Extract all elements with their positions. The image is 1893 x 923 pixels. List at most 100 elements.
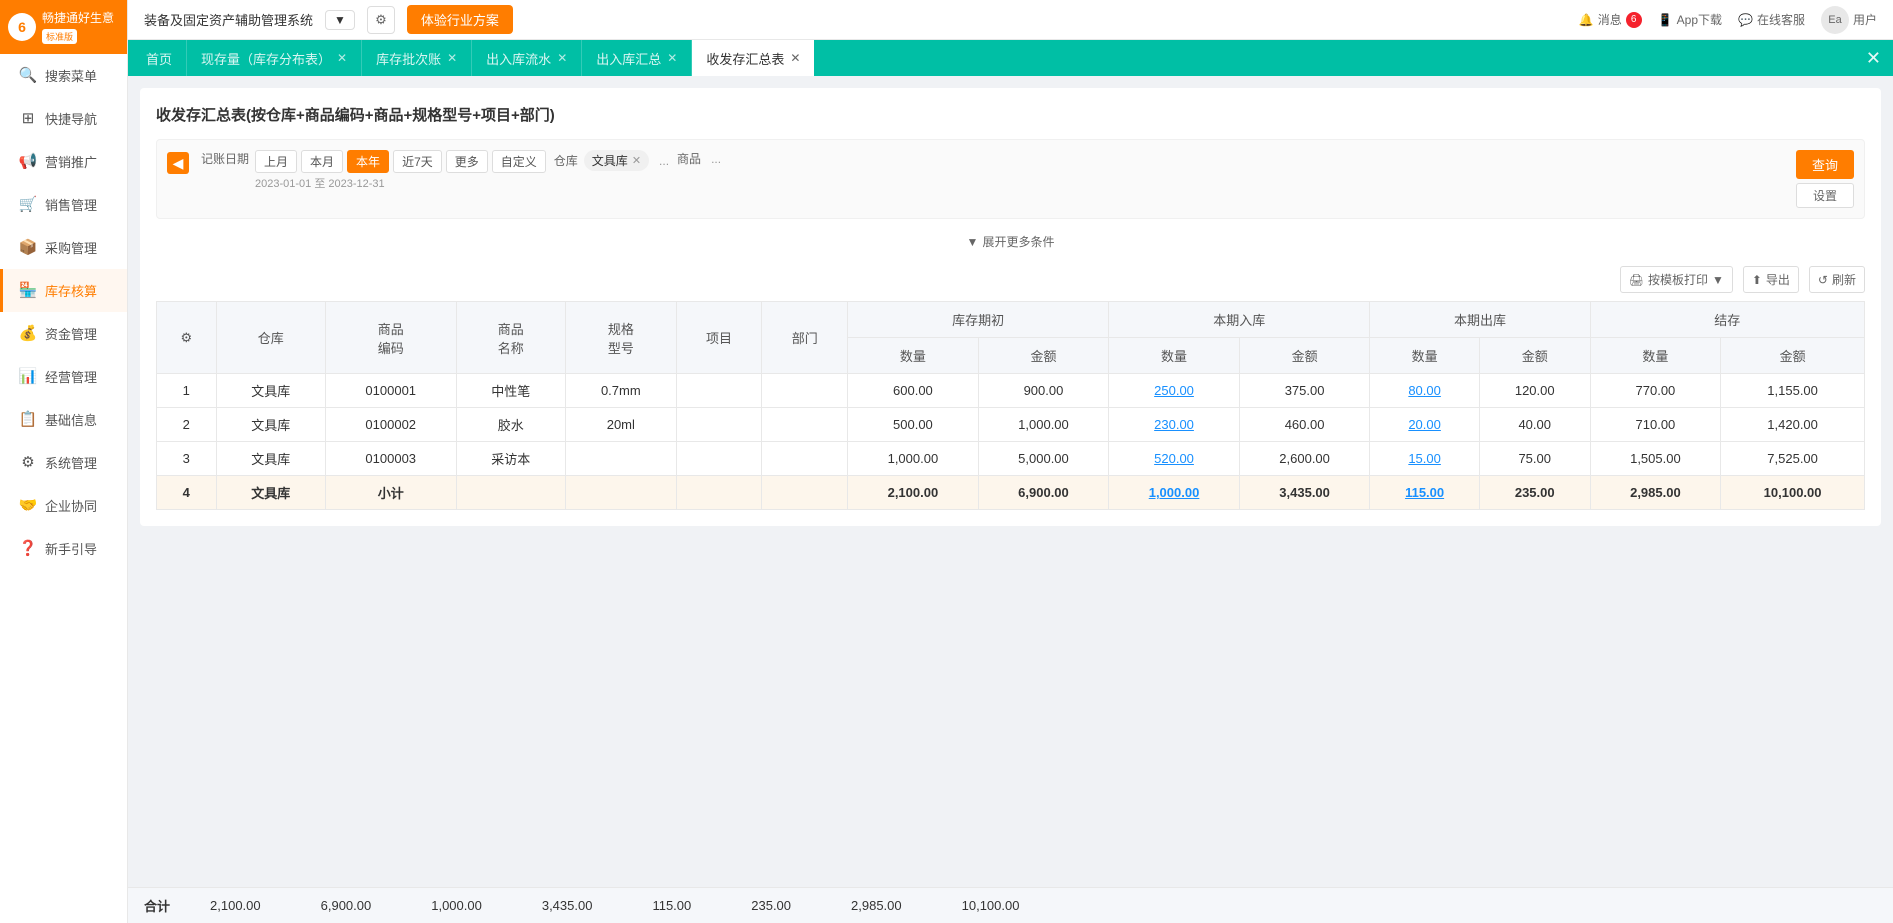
sidebar-item-label: 资金管理 — [45, 324, 97, 343]
row-in-qty[interactable]: 520.00 — [1109, 442, 1240, 476]
date-range-label: 2023-01-01 至 2023-12-31 — [255, 175, 546, 191]
table-row: 3 文具库 0100003 采访本 1,000.00 5,000.00 520.… — [157, 442, 1865, 476]
row-in-amount: 2,600.00 — [1239, 442, 1370, 476]
refresh-label: 刷新 — [1832, 271, 1856, 288]
system-select[interactable]: ▼ — [325, 10, 355, 30]
user-name-label: 用户 — [1853, 11, 1877, 28]
goods-filter: 商品 ... — [677, 150, 721, 167]
top-bar-left: 装备及固定资产辅助管理系统 ▼ ⚙ 体验行业方案 — [144, 5, 513, 34]
settings-gear-icon[interactable]: ⚙ — [367, 6, 395, 34]
sidebar-item-label: 快捷导航 — [45, 109, 97, 128]
footer-label: 合计 — [144, 896, 170, 915]
print-icon: 🖨 — [1629, 273, 1644, 287]
refresh-button[interactable]: ↺ 刷新 — [1809, 266, 1865, 293]
th-out-qty: 数量 — [1370, 338, 1479, 374]
row-opening-qty: 600.00 — [848, 374, 979, 408]
row-out-qty[interactable]: 80.00 — [1370, 374, 1479, 408]
sidebar-item-label: 采购管理 — [45, 238, 97, 257]
sidebar-item-enterprise[interactable]: 🤝 企业协同 — [0, 484, 127, 527]
tab-in-out-summary[interactable]: 出入库汇总 ✕ — [582, 40, 692, 76]
date-more-button[interactable]: 更多 — [446, 150, 488, 173]
sidebar-item-operations[interactable]: 📊 经营管理 — [0, 355, 127, 398]
th-goods-spec: 规格型号 — [565, 302, 676, 374]
user-menu-button[interactable]: Ea 用户 — [1821, 6, 1877, 34]
search-icon: 🔍 — [19, 66, 37, 84]
sidebar-item-purchase[interactable]: 📦 采购管理 — [0, 226, 127, 269]
row-in-amount: 460.00 — [1239, 408, 1370, 442]
row-out-qty[interactable]: 20.00 — [1370, 408, 1479, 442]
row-project — [676, 374, 762, 408]
tab-home[interactable]: 首页 — [132, 40, 187, 76]
tab-stock-summary[interactable]: 收发存汇总表 ✕ — [692, 40, 814, 76]
row-opening-qty: 1,000.00 — [848, 442, 979, 476]
sidebar-item-inventory[interactable]: 🏪 库存核算 — [0, 269, 127, 312]
sidebar-item-sales[interactable]: 🛒 销售管理 — [0, 183, 127, 226]
goods-filter-more[interactable]: ... — [711, 152, 721, 166]
warehouse-tag-label: 文具库 — [592, 152, 628, 169]
sidebar-item-label: 新手引导 — [45, 539, 97, 558]
subtotal-out-qty[interactable]: 115.00 — [1370, 476, 1479, 510]
date-filter-group: 上月 本月 本年 近7天 更多 自定义 — [255, 150, 546, 173]
row-out-qty[interactable]: 15.00 — [1370, 442, 1479, 476]
th-out-amount: 金额 — [1479, 338, 1590, 374]
row-closing-qty: 710.00 — [1590, 408, 1721, 442]
tab-close-icon[interactable]: ✕ — [557, 51, 567, 65]
sidebar-item-finance[interactable]: 💰 资金管理 — [0, 312, 127, 355]
export-label: 导出 — [1766, 271, 1790, 288]
date-7days-button[interactable]: 近7天 — [393, 150, 442, 173]
online-service-button[interactable]: 💬 在线客服 — [1738, 11, 1805, 28]
tab-close-icon[interactable]: ✕ — [337, 51, 347, 65]
bell-icon: 🔔 — [1579, 13, 1594, 27]
row-goods-name: 采访本 — [456, 442, 565, 476]
expand-conditions-button[interactable]: ▼ 展开更多条件 — [967, 229, 1055, 254]
row-department — [762, 442, 848, 476]
tab-close-icon[interactable]: ✕ — [447, 51, 457, 65]
row-opening-amount: 5,000.00 — [978, 442, 1109, 476]
sidebar-item-system[interactable]: ⚙ 系统管理 — [0, 441, 127, 484]
sidebar-item-guide[interactable]: ❓ 新手引导 — [0, 527, 127, 570]
row-out-amount: 75.00 — [1479, 442, 1590, 476]
system-icon: ⚙ — [19, 453, 37, 471]
expand-label: 展开更多条件 — [982, 233, 1054, 250]
row-project — [676, 442, 762, 476]
filter-settings-button[interactable]: 设置 — [1796, 183, 1854, 208]
warehouse-tag-close-icon[interactable]: ✕ — [632, 154, 641, 167]
query-button[interactable]: 查询 — [1796, 150, 1854, 179]
row-warehouse: 文具库 — [216, 408, 325, 442]
notification-button[interactable]: 🔔 消息 6 — [1579, 11, 1642, 28]
tab-batch-ledger[interactable]: 库存批次账 ✕ — [362, 40, 472, 76]
sidebar-item-marketing[interactable]: 📢 营销推广 — [0, 140, 127, 183]
tab-close-icon[interactable]: ✕ — [667, 51, 677, 65]
date-this-month-button[interactable]: 本月 — [301, 150, 343, 173]
tab-in-out-flow[interactable]: 出入库流水 ✕ — [472, 40, 582, 76]
print-button[interactable]: 🖨 按模板打印 ▼ — [1620, 266, 1733, 293]
enterprise-icon: 🤝 — [19, 496, 37, 514]
app-download-button[interactable]: 📱 App下载 — [1658, 11, 1722, 28]
warehouse-filter-more[interactable]: ... — [659, 154, 669, 168]
close-all-tabs-icon[interactable]: ✕ — [1858, 48, 1889, 69]
sidebar-item-basic[interactable]: 📋 基础信息 — [0, 398, 127, 441]
row-in-qty[interactable]: 230.00 — [1109, 408, 1240, 442]
th-config[interactable]: ⚙ — [157, 302, 217, 374]
experience-button[interactable]: 体验行业方案 — [407, 5, 513, 34]
sidebar-logo: 6 畅捷通好生意 标准版 — [0, 0, 127, 54]
sidebar-item-search[interactable]: 🔍 搜索菜单 — [0, 54, 127, 97]
table-toolbar-right: 🖨 按模板打印 ▼ ⬆ 导出 ↺ 刷新 — [1620, 266, 1865, 293]
subtotal-row: 4 文具库 小计 2,100.00 6,900.00 1,000.00 3,43… — [157, 476, 1865, 510]
tab-close-icon[interactable]: ✕ — [790, 51, 800, 65]
date-this-year-button[interactable]: 本年 — [347, 150, 389, 173]
date-last-month-button[interactable]: 上月 — [255, 150, 297, 173]
app-logo-icon: 6 — [8, 13, 36, 41]
filter-toggle-button[interactable]: ◀ — [167, 152, 189, 174]
row-closing-amount: 7,525.00 — [1721, 442, 1865, 476]
date-custom-button[interactable]: 自定义 — [492, 150, 546, 173]
export-button[interactable]: ⬆ 导出 — [1743, 266, 1799, 293]
row-in-qty[interactable]: 250.00 — [1109, 374, 1240, 408]
tab-inventory-dist[interactable]: 现存量（库存分布表） ✕ — [187, 40, 362, 76]
sidebar-item-label: 营销推广 — [45, 152, 97, 171]
th-closing-qty: 数量 — [1590, 338, 1721, 374]
data-table: ⚙ 仓库 商品编码 商品名称 规格型号 项目 部门 库存期初 本期入库 本期出库… — [156, 301, 1865, 510]
th-in-group: 本期入库 — [1109, 302, 1370, 338]
subtotal-in-qty[interactable]: 1,000.00 — [1109, 476, 1240, 510]
sidebar-item-quick-nav[interactable]: ⊞ 快捷导航 — [0, 97, 127, 140]
